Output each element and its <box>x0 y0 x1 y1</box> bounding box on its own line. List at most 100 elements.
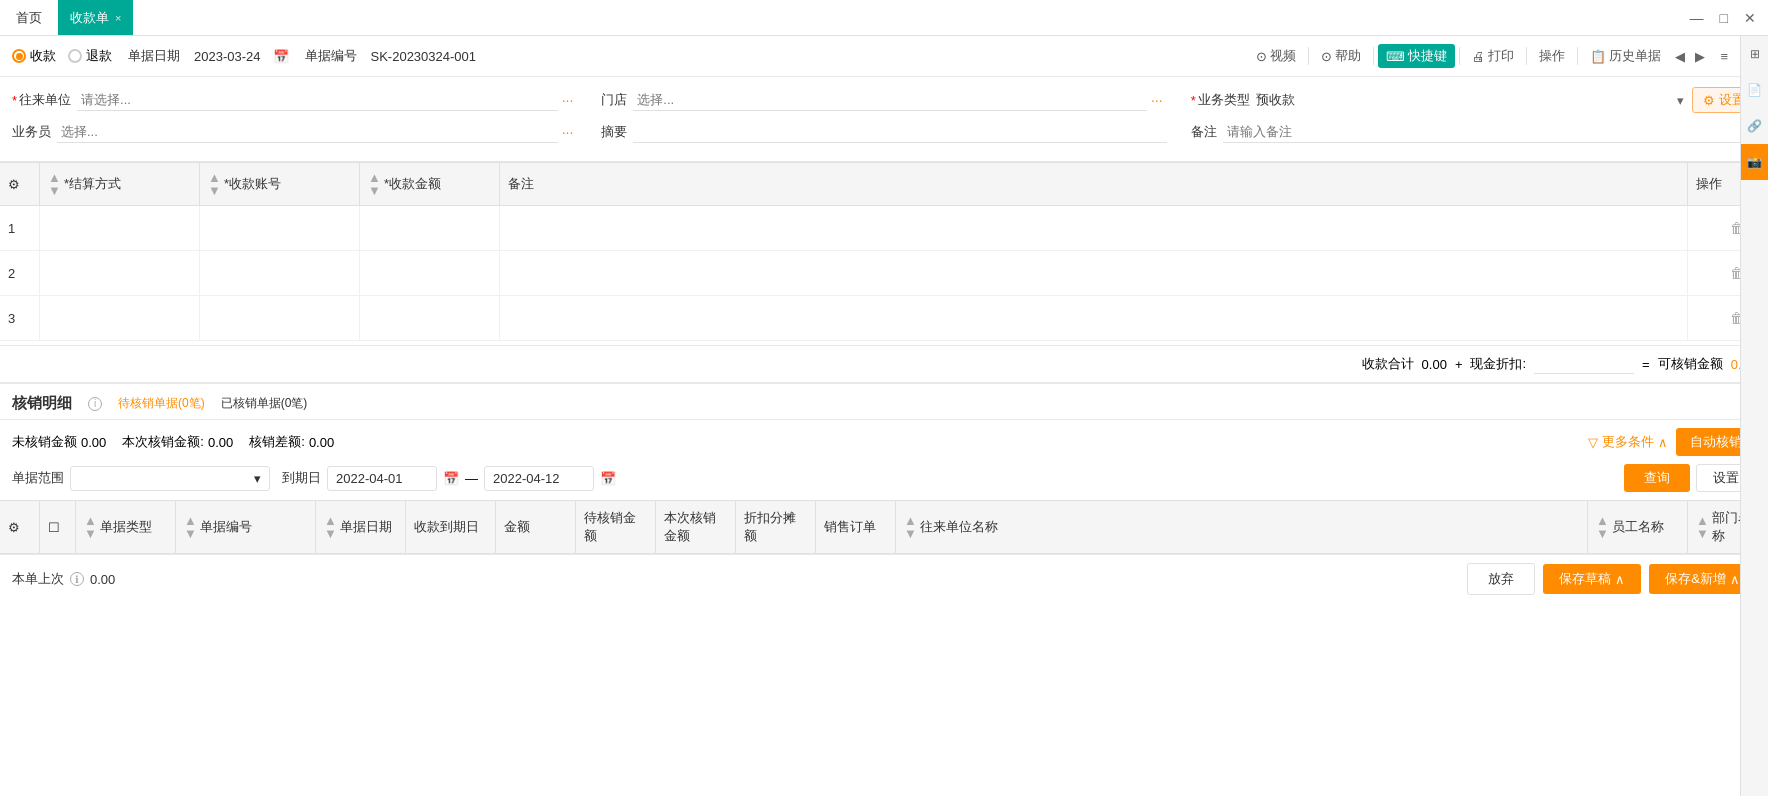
date-start-input[interactable] <box>327 466 437 491</box>
summary-input[interactable] <box>633 121 1166 143</box>
td-amount-1[interactable] <box>360 206 500 250</box>
cal-start-icon[interactable]: 📅 <box>443 471 459 486</box>
nav-arrows: ◀ ▶ <box>1671 47 1709 66</box>
current-amount-label: 本次核销金额 <box>664 509 727 545</box>
sidebar-table-icon[interactable]: ⊞ <box>1739 36 1769 72</box>
counterpart-more-icon[interactable]: ··· <box>558 92 578 108</box>
form-area: * 往来单位 ··· 门店 ··· * 业务类型 预收款 ▾ ⚙ <box>0 77 1768 162</box>
receipt-type-group: 收款 退款 <box>12 47 112 65</box>
business-type-arrow[interactable]: ▾ <box>1677 93 1684 108</box>
tab-home[interactable]: 首页 <box>0 0 58 35</box>
print-btn[interactable]: 🖨 打印 <box>1464 44 1522 68</box>
done-tab[interactable]: 已核销单据(0笔) <box>221 395 308 412</box>
section-title: 核销明细 <box>12 394 72 413</box>
list-view-btn[interactable]: ≡ <box>1715 47 1733 66</box>
number-field: 单据编号 SK-20230324-001 <box>305 47 477 65</box>
th-settlement: ▲▼ *结算方式 <box>40 163 200 205</box>
video-btn[interactable]: ⊙ 视频 <box>1248 44 1304 68</box>
radio-receive[interactable]: 收款 <box>12 47 56 65</box>
row-num-3: 3 <box>8 311 15 326</box>
cal-end-icon[interactable]: 📅 <box>600 471 616 486</box>
divider-2 <box>1373 47 1374 65</box>
close-icon[interactable]: ✕ <box>1740 8 1760 28</box>
radio-refund[interactable]: 退款 <box>68 47 112 65</box>
settlement-label: *结算方式 <box>64 175 121 193</box>
remark-field: 备注 <box>1191 121 1756 143</box>
filter-row: 单据范围 ▾ 到期日 📅 — 📅 查询 设置 <box>0 464 1768 500</box>
table-rows: 1 🗑 ⧉ 2 🗑 ⧉ <box>0 206 1768 345</box>
tab-close-icon[interactable]: × <box>115 12 121 24</box>
tab-active[interactable]: 收款单 × <box>58 0 133 35</box>
range-label: 单据范围 <box>12 469 64 487</box>
window-controls: — □ ✕ <box>1686 0 1760 35</box>
summary-field: 摘要 <box>601 121 1166 143</box>
help-btn[interactable]: ⊙ 帮助 <box>1313 44 1369 68</box>
staff-more-icon[interactable]: ··· <box>558 124 578 140</box>
bth-amount: 金额 <box>496 501 576 553</box>
counterpart-input[interactable] <box>77 89 558 111</box>
amount-label: *收款金额 <box>384 175 441 193</box>
date-value: 2023-03-24 <box>194 49 261 64</box>
bth-current-amount: 本次核销金额 <box>656 501 736 553</box>
next-arrow[interactable]: ▶ <box>1691 47 1709 66</box>
number-value: SK-20230324-001 <box>371 49 477 64</box>
operations-btn[interactable]: 操作 <box>1531 44 1573 68</box>
footer-info-icon[interactable]: ℹ <box>70 572 84 586</box>
discount-input[interactable] <box>1534 354 1634 374</box>
remark-input[interactable] <box>1223 121 1756 143</box>
discard-btn[interactable]: 放弃 <box>1467 563 1535 595</box>
staff-label: 业务员 <box>12 123 51 141</box>
td-settlement-1[interactable] <box>40 206 200 250</box>
more-filter-btn[interactable]: ▽ 更多条件 ∧ <box>1588 433 1668 451</box>
sort-counterpart: ▲▼ <box>904 514 917 540</box>
sidebar-capture-icon[interactable]: 📸 <box>1741 144 1769 180</box>
td-remark-3[interactable] <box>500 296 1688 340</box>
current-stat: 本次核销金额: 0.00 <box>122 433 233 451</box>
minimize-icon[interactable]: — <box>1686 8 1708 28</box>
sum-row: 收款合计 0.00 + 现金折扣: = 可核销金额 0.00 <box>0 345 1768 382</box>
net-label: 可核销金额 <box>1658 355 1723 373</box>
staff-input[interactable] <box>57 121 558 143</box>
th-settings[interactable]: ⚙ <box>0 163 40 205</box>
td-account-1[interactable] <box>200 206 360 250</box>
save-draft-btn[interactable]: 保存草稿 ∧ <box>1543 564 1641 594</box>
date-end-input[interactable] <box>484 466 594 491</box>
right-sidebar: ⊞ 📄 🔗 📸 <box>1740 36 1768 796</box>
td-num-3: 3 <box>0 296 40 340</box>
td-amount-3[interactable] <box>360 296 500 340</box>
form-row-2: 业务员 ··· 摘要 备注 <box>12 121 1756 143</box>
sort-doc-date: ▲▼ <box>324 514 337 540</box>
this-run-label: 本单上次 <box>12 570 64 588</box>
td-account-2[interactable] <box>200 251 360 295</box>
td-remark-1[interactable] <box>500 206 1688 250</box>
td-settlement-3[interactable] <box>40 296 200 340</box>
pending-tab[interactable]: 待核销单据(0笔) <box>118 395 205 412</box>
current-value: 0.00 <box>208 435 233 450</box>
bth-doc-date: ▲▼ 单据日期 <box>316 501 406 553</box>
sidebar-doc-icon[interactable]: 📄 <box>1739 72 1769 108</box>
help-label: 帮助 <box>1335 47 1361 65</box>
this-run-value: 0.00 <box>90 572 115 587</box>
info-icon[interactable]: i <box>88 397 102 411</box>
bth-settings[interactable]: ⚙ <box>0 501 40 553</box>
td-remark-2[interactable] <box>500 251 1688 295</box>
date-range-field: 到期日 📅 — 📅 <box>282 466 616 491</box>
td-settlement-2[interactable] <box>40 251 200 295</box>
store-more-icon[interactable]: ··· <box>1147 92 1167 108</box>
shortcut-btn[interactable]: ⌨ 快捷键 <box>1378 44 1455 68</box>
plus-sign: + <box>1455 357 1463 372</box>
th-amount: ▲▼ *收款金额 <box>360 163 500 205</box>
page-footer: 本单上次 ℹ 0.00 放弃 保存草稿 ∧ 保存&新增 ∧ <box>0 554 1768 603</box>
history-btn[interactable]: 📋 历史单据 <box>1582 44 1669 68</box>
maximize-icon[interactable]: □ <box>1716 8 1732 28</box>
store-input[interactable] <box>633 89 1147 111</box>
sort-doc-type: ▲▼ <box>84 514 97 540</box>
td-amount-2[interactable] <box>360 251 500 295</box>
td-account-3[interactable] <box>200 296 360 340</box>
query-btn[interactable]: 查询 <box>1624 464 1690 492</box>
bth-checkbox[interactable]: ☐ <box>40 501 76 553</box>
calendar-icon[interactable]: 📅 <box>273 49 289 64</box>
range-select[interactable]: ▾ <box>70 466 270 491</box>
prev-arrow[interactable]: ◀ <box>1671 47 1689 66</box>
sidebar-link-icon[interactable]: 🔗 <box>1739 108 1769 144</box>
